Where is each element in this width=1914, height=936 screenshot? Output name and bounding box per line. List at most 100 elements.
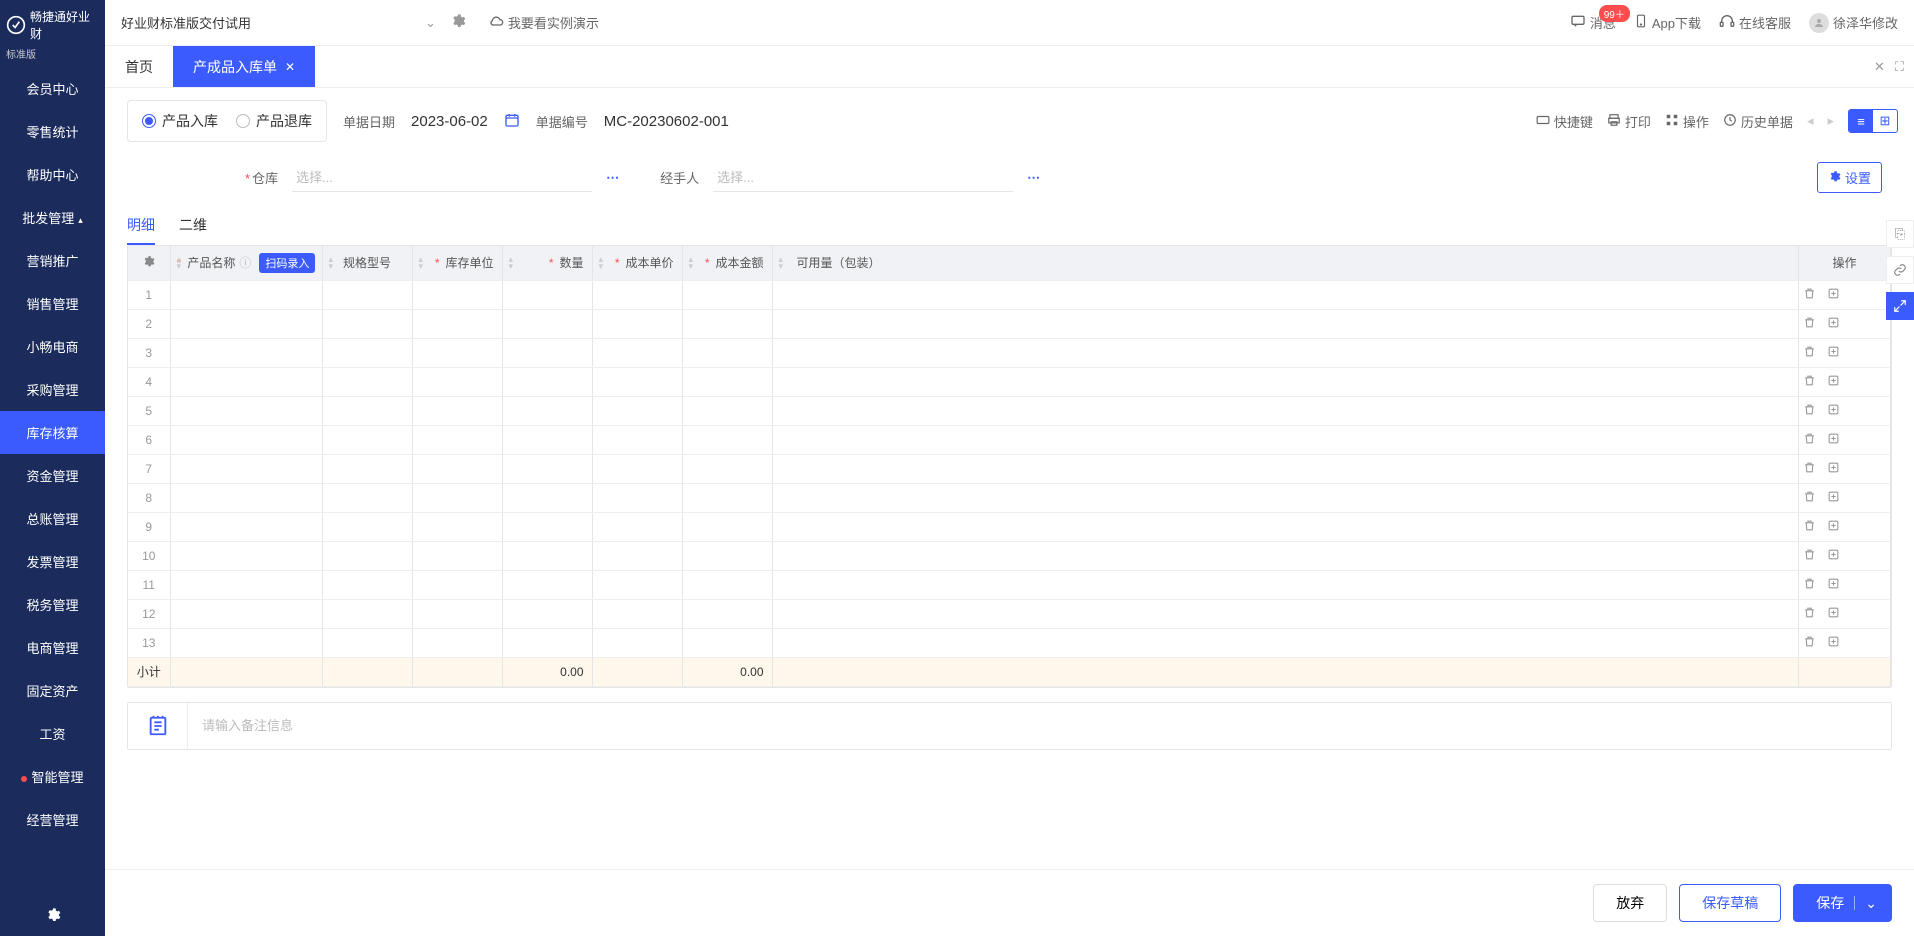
add-row-icon[interactable] <box>1827 375 1840 390</box>
add-row-icon[interactable] <box>1827 288 1840 303</box>
customer-service-button[interactable]: 在线客服 <box>1719 13 1791 32</box>
scan-button[interactable]: 扫码录入 <box>259 253 315 273</box>
sidebar-item-1[interactable]: 零售统计 <box>0 110 105 153</box>
view-card-icon[interactable]: ⊞ <box>1873 110 1897 132</box>
sidebar-item-13[interactable]: 电商管理 <box>0 626 105 669</box>
add-row-icon[interactable] <box>1827 636 1840 651</box>
table-row[interactable]: 2 <box>128 309 1891 338</box>
next-icon[interactable]: ▸ <box>1827 113 1834 129</box>
sidebar-item-8[interactable]: 库存核算 <box>0 411 105 454</box>
delete-row-icon[interactable] <box>1803 288 1816 303</box>
col-unit[interactable]: ▴▾*库存单位 <box>412 246 502 280</box>
app-download-button[interactable]: App下载 <box>1634 13 1701 32</box>
messages-button[interactable]: 消息 99＋ <box>1570 13 1616 32</box>
sidebar-item-5[interactable]: 销售管理 <box>0 282 105 325</box>
delete-row-icon[interactable] <box>1803 607 1816 622</box>
add-row-icon[interactable] <box>1827 346 1840 361</box>
table-row[interactable]: 5 <box>128 396 1891 425</box>
add-row-icon[interactable] <box>1827 607 1840 622</box>
discard-button[interactable]: 放弃 <box>1593 884 1667 922</box>
demo-link[interactable]: 我要看实例演示 <box>488 13 599 32</box>
col-amount[interactable]: ▴▾*成本金额 <box>682 246 772 280</box>
sidebar-item-10[interactable]: 总账管理 <box>0 497 105 540</box>
print-button[interactable]: 打印 <box>1607 112 1651 131</box>
sidebar-item-14[interactable]: 固定资产 <box>0 669 105 712</box>
view-list-icon[interactable]: ≡ <box>1849 110 1873 132</box>
sidebar-item-9[interactable]: 资金管理 <box>0 454 105 497</box>
sidebar-item-17[interactable]: 经营管理 <box>0 798 105 841</box>
save-draft-button[interactable]: 保存草稿 <box>1679 884 1781 922</box>
sidebar-item-2[interactable]: 帮助中心 <box>0 153 105 196</box>
user-menu[interactable]: 徐泽华修改 <box>1809 13 1898 33</box>
col-available[interactable]: ▴▾可用量（包装） <box>772 246 1799 280</box>
add-row-icon[interactable] <box>1827 578 1840 593</box>
col-qty[interactable]: ▴▾*数量 <box>502 246 592 280</box>
table-row[interactable]: 4 <box>128 367 1891 396</box>
sidebar-item-7[interactable]: 采购管理 <box>0 368 105 411</box>
delete-row-icon[interactable] <box>1803 578 1816 593</box>
delete-row-icon[interactable] <box>1803 549 1816 564</box>
table-row[interactable]: 8 <box>128 483 1891 512</box>
rail-btn-1[interactable]: ⎘ <box>1886 220 1914 248</box>
radio-inbound[interactable]: 产品入库 <box>142 111 218 131</box>
table-row[interactable]: 6 <box>128 425 1891 454</box>
delete-row-icon[interactable] <box>1803 346 1816 361</box>
table-row[interactable]: 7 <box>128 454 1891 483</box>
add-row-icon[interactable] <box>1827 433 1840 448</box>
rail-expand-icon[interactable] <box>1886 292 1914 320</box>
settings-button[interactable]: 设置 <box>1817 162 1882 193</box>
warehouse-more-icon[interactable]: ⋯ <box>606 170 620 186</box>
delete-row-icon[interactable] <box>1803 462 1816 477</box>
radio-return[interactable]: 产品退库 <box>236 111 312 131</box>
warehouse-input[interactable] <box>292 164 592 192</box>
delete-row-icon[interactable] <box>1803 520 1816 535</box>
delete-row-icon[interactable] <box>1803 375 1816 390</box>
col-model[interactable]: ▴▾规格型号 <box>322 246 412 280</box>
table-row[interactable]: 13 <box>128 628 1891 657</box>
remarks-input[interactable] <box>188 703 1891 749</box>
delete-row-icon[interactable] <box>1803 433 1816 448</box>
delete-row-icon[interactable] <box>1803 636 1816 651</box>
sidebar-item-3[interactable]: 批发管理 <box>0 196 105 239</box>
delete-row-icon[interactable] <box>1803 317 1816 332</box>
chevron-down-icon[interactable]: ⌄ <box>1865 895 1877 912</box>
add-row-icon[interactable] <box>1827 404 1840 419</box>
table-row[interactable]: 11 <box>128 570 1891 599</box>
add-row-icon[interactable] <box>1827 317 1840 332</box>
sidebar-settings-icon[interactable] <box>0 897 105 936</box>
history-button[interactable]: 历史单据 <box>1723 112 1793 131</box>
table-gear-icon[interactable] <box>128 246 170 280</box>
col-product-name[interactable]: ▴▾ *产品名称ⓘ扫码录入 <box>170 246 322 280</box>
sidebar-item-6[interactable]: 小畅电商 <box>0 325 105 368</box>
gear-icon[interactable] <box>450 13 466 32</box>
rail-link-icon[interactable] <box>1886 256 1914 284</box>
table-row[interactable]: 9 <box>128 512 1891 541</box>
sidebar-item-16[interactable]: 智能管理 <box>0 755 105 798</box>
table-row[interactable]: 1 <box>128 280 1891 309</box>
close-all-icon[interactable]: ✕ <box>1874 59 1885 75</box>
help-icon[interactable]: ⓘ <box>239 254 251 271</box>
handler-more-icon[interactable]: ⋯ <box>1027 170 1041 186</box>
sidebar-item-0[interactable]: 会员中心 <box>0 67 105 110</box>
tab-inbound[interactable]: 产成品入库单 ✕ <box>173 46 315 87</box>
add-row-icon[interactable] <box>1827 549 1840 564</box>
tab-home[interactable]: 首页 <box>105 46 173 87</box>
close-icon[interactable]: ✕ <box>285 60 295 74</box>
add-row-icon[interactable] <box>1827 462 1840 477</box>
prev-icon[interactable]: ◂ <box>1807 113 1814 129</box>
handler-input[interactable] <box>713 164 1013 192</box>
operate-button[interactable]: 操作 <box>1665 112 1709 131</box>
table-row[interactable]: 10 <box>128 541 1891 570</box>
table-row[interactable]: 12 <box>128 599 1891 628</box>
delete-row-icon[interactable] <box>1803 404 1816 419</box>
sub-tab-dim[interactable]: 二维 <box>179 207 207 245</box>
calendar-icon[interactable] <box>504 112 520 131</box>
sub-tab-detail[interactable]: 明细 <box>127 207 155 245</box>
delete-row-icon[interactable] <box>1803 491 1816 506</box>
chevron-down-icon[interactable]: ⌄ <box>425 15 436 31</box>
sidebar-item-4[interactable]: 营销推广 <box>0 239 105 282</box>
sidebar-item-12[interactable]: 税务管理 <box>0 583 105 626</box>
add-row-icon[interactable] <box>1827 520 1840 535</box>
sidebar-item-11[interactable]: 发票管理 <box>0 540 105 583</box>
expand-icon[interactable]: ⛶ <box>1895 59 1904 75</box>
